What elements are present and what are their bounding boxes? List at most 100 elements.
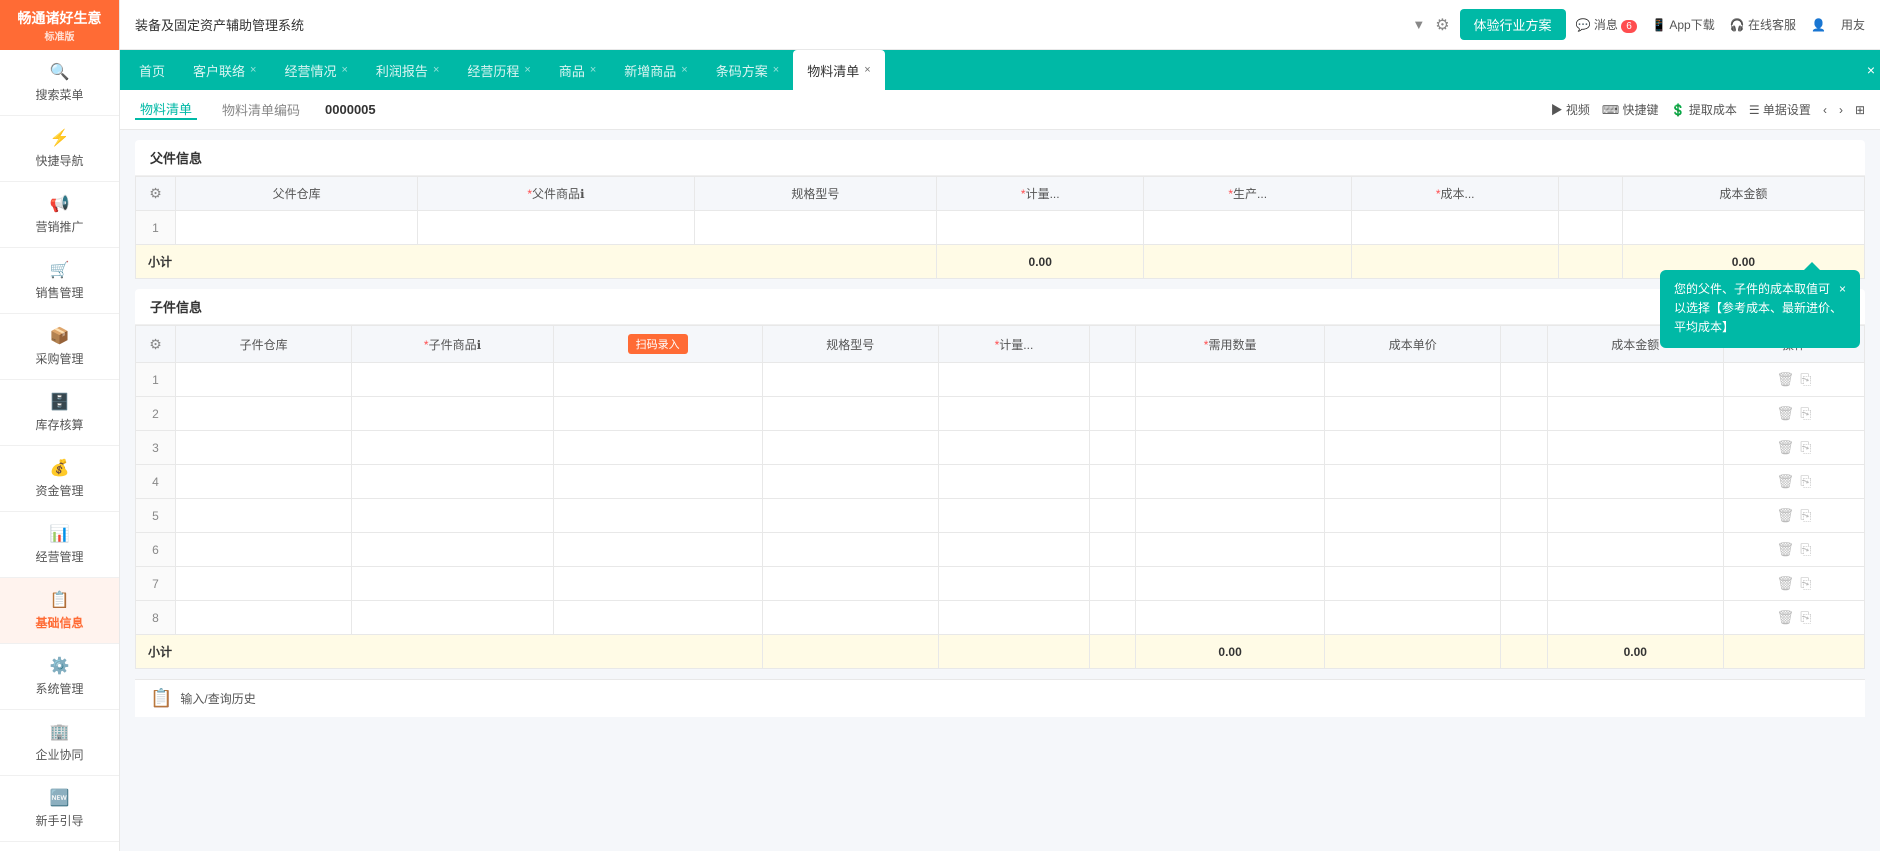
parent-row-1-production[interactable] [1144,211,1351,245]
message-button[interactable]: 💬 消息 6 [1576,16,1637,33]
settings-gear-icon[interactable]: ⚙ [1435,15,1449,35]
child-row-8-delete-icon[interactable]: 🗑 [1776,609,1794,626]
prev-nav-icon[interactable]: ‹ [1823,103,1827,117]
child-row-2-qty[interactable] [1136,397,1325,431]
child-row-3-qty[interactable] [1136,431,1325,465]
tab-customer[interactable]: 客户联络 × [179,50,270,90]
child-row-2-goods[interactable] [352,397,553,431]
child-row-6-unit-cost[interactable] [1325,533,1501,567]
tab-home[interactable]: 首页 [125,50,179,90]
child-row-3-unit-cost[interactable] [1325,431,1501,465]
next-nav-icon[interactable]: › [1839,103,1843,117]
tab-history[interactable]: 经营历程 × [453,50,544,90]
child-row-1-goods[interactable] [352,363,553,397]
sidebar-item-basic-info[interactable]: 📋 基础信息 [0,578,119,644]
child-row-3-copy-icon[interactable]: ⎘ [1800,439,1811,456]
child-row-5-qty[interactable] [1136,499,1325,533]
app-download-button[interactable]: 📱 App下载 [1652,16,1715,33]
child-row-1-warehouse[interactable] [176,363,352,397]
tab-barcode[interactable]: 条码方案 × [702,50,793,90]
child-row-3-unit[interactable] [938,431,1089,465]
child-row-6-unit[interactable] [938,533,1089,567]
tab-new-goods-close[interactable]: × [681,64,687,76]
doc-settings-action[interactable]: ☰ 单据设置 [1749,101,1811,118]
online-service-button[interactable]: 🎧 在线客服 [1730,16,1796,33]
child-row-5-warehouse[interactable] [176,499,352,533]
sidebar-item-operations[interactable]: 📊 经营管理 [0,512,119,578]
grid-view-icon[interactable]: ⊞ [1855,103,1865,117]
child-row-1-unit[interactable] [938,363,1089,397]
child-row-4-unit-cost[interactable] [1325,465,1501,499]
child-row-4-goods[interactable] [352,465,553,499]
sidebar-item-system[interactable]: ⚙️ 系统管理 [0,644,119,710]
child-row-7-goods[interactable] [352,567,553,601]
tab-operations-close[interactable]: × [341,64,347,76]
sidebar-item-quick-nav[interactable]: ⚡ 快捷导航 [0,116,119,182]
child-row-3-warehouse[interactable] [176,431,352,465]
child-row-1-copy-icon[interactable]: ⎘ [1800,371,1811,388]
parent-row-1-goods[interactable] [418,211,695,245]
child-row-6-qty[interactable] [1136,533,1325,567]
child-row-5-unit[interactable] [938,499,1089,533]
child-row-2-unit[interactable] [938,397,1089,431]
child-row-7-unit[interactable] [938,567,1089,601]
tab-bom-close[interactable]: × [864,64,870,76]
extract-cost-action[interactable]: 💲 提取成本 [1671,101,1737,118]
sidebar-item-search[interactable]: 🔍 搜索菜单 [0,50,119,116]
parent-row-1-warehouse[interactable] [176,211,418,245]
tooltip-close-button[interactable]: × [1839,280,1846,299]
child-row-6-goods[interactable] [352,533,553,567]
child-row-4-spec[interactable] [762,465,938,499]
sidebar-item-sales[interactable]: 🛒 销售管理 [0,248,119,314]
child-row-2-spec[interactable] [762,397,938,431]
child-row-5-copy-icon[interactable]: ⎘ [1800,507,1811,524]
child-row-5-spec[interactable] [762,499,938,533]
child-row-8-unit-cost[interactable] [1325,601,1501,635]
child-row-8-goods[interactable] [352,601,553,635]
child-col-gear[interactable]: ⚙ [136,326,176,363]
child-row-7-warehouse[interactable] [176,567,352,601]
tab-profit[interactable]: 利润报告 × [362,50,453,90]
child-row-5-unit-cost[interactable] [1325,499,1501,533]
child-row-2-unit-cost[interactable] [1325,397,1501,431]
sidebar-item-marketing[interactable]: 📢 营销推广 [0,182,119,248]
child-row-4-warehouse[interactable] [176,465,352,499]
child-row-1-unit-cost[interactable] [1325,363,1501,397]
child-row-3-delete-icon[interactable]: 🗑 [1776,439,1794,456]
parent-row-1-cost[interactable] [1351,211,1558,245]
child-gear-icon[interactable]: ⚙ [149,336,162,352]
child-row-1-delete-icon[interactable]: 🗑 [1776,371,1794,388]
parent-col-gear[interactable]: ⚙ [136,177,176,211]
scan-input-button[interactable]: 扫码录入 [628,334,688,354]
child-row-7-copy-icon[interactable]: ⎘ [1800,575,1811,592]
tab-bom[interactable]: 物料清单 × [793,50,884,90]
child-row-3-spec[interactable] [762,431,938,465]
child-row-8-copy-icon[interactable]: ⎘ [1800,609,1811,626]
child-row-6-warehouse[interactable] [176,533,352,567]
user-avatar[interactable]: 👤 [1811,18,1826,32]
dropdown-icon[interactable]: ▼ [1412,17,1425,32]
sidebar-item-enterprise[interactable]: 🏢 企业协同 [0,710,119,776]
sidebar-item-finance[interactable]: 💰 资金管理 [0,446,119,512]
child-row-2-delete-icon[interactable]: 🗑 [1776,405,1794,422]
child-row-8-spec[interactable] [762,601,938,635]
child-row-4-unit[interactable] [938,465,1089,499]
trial-button[interactable]: 体验行业方案 [1460,9,1566,40]
parent-gear-icon[interactable]: ⚙ [149,185,162,201]
tab-new-goods[interactable]: 新增商品 × [610,50,701,90]
child-row-4-copy-icon[interactable]: ⎘ [1800,473,1811,490]
parent-row-1-unit[interactable] [937,211,1144,245]
tab-customer-close[interactable]: × [250,64,256,76]
child-row-7-delete-icon[interactable]: 🗑 [1776,575,1794,592]
child-row-5-goods[interactable] [352,499,553,533]
sidebar-item-guide[interactable]: 🆕 新手引导 [0,776,119,842]
child-row-4-qty[interactable] [1136,465,1325,499]
tab-barcode-close[interactable]: × [773,64,779,76]
child-row-7-qty[interactable] [1136,567,1325,601]
tab-operations[interactable]: 经营情况 × [270,50,361,90]
video-action[interactable]: ▶ 视频 [1551,101,1590,118]
child-row-5-delete-icon[interactable]: 🗑 [1776,507,1794,524]
child-row-7-unit-cost[interactable] [1325,567,1501,601]
child-row-3-goods[interactable] [352,431,553,465]
tab-goods-close[interactable]: × [590,64,596,76]
